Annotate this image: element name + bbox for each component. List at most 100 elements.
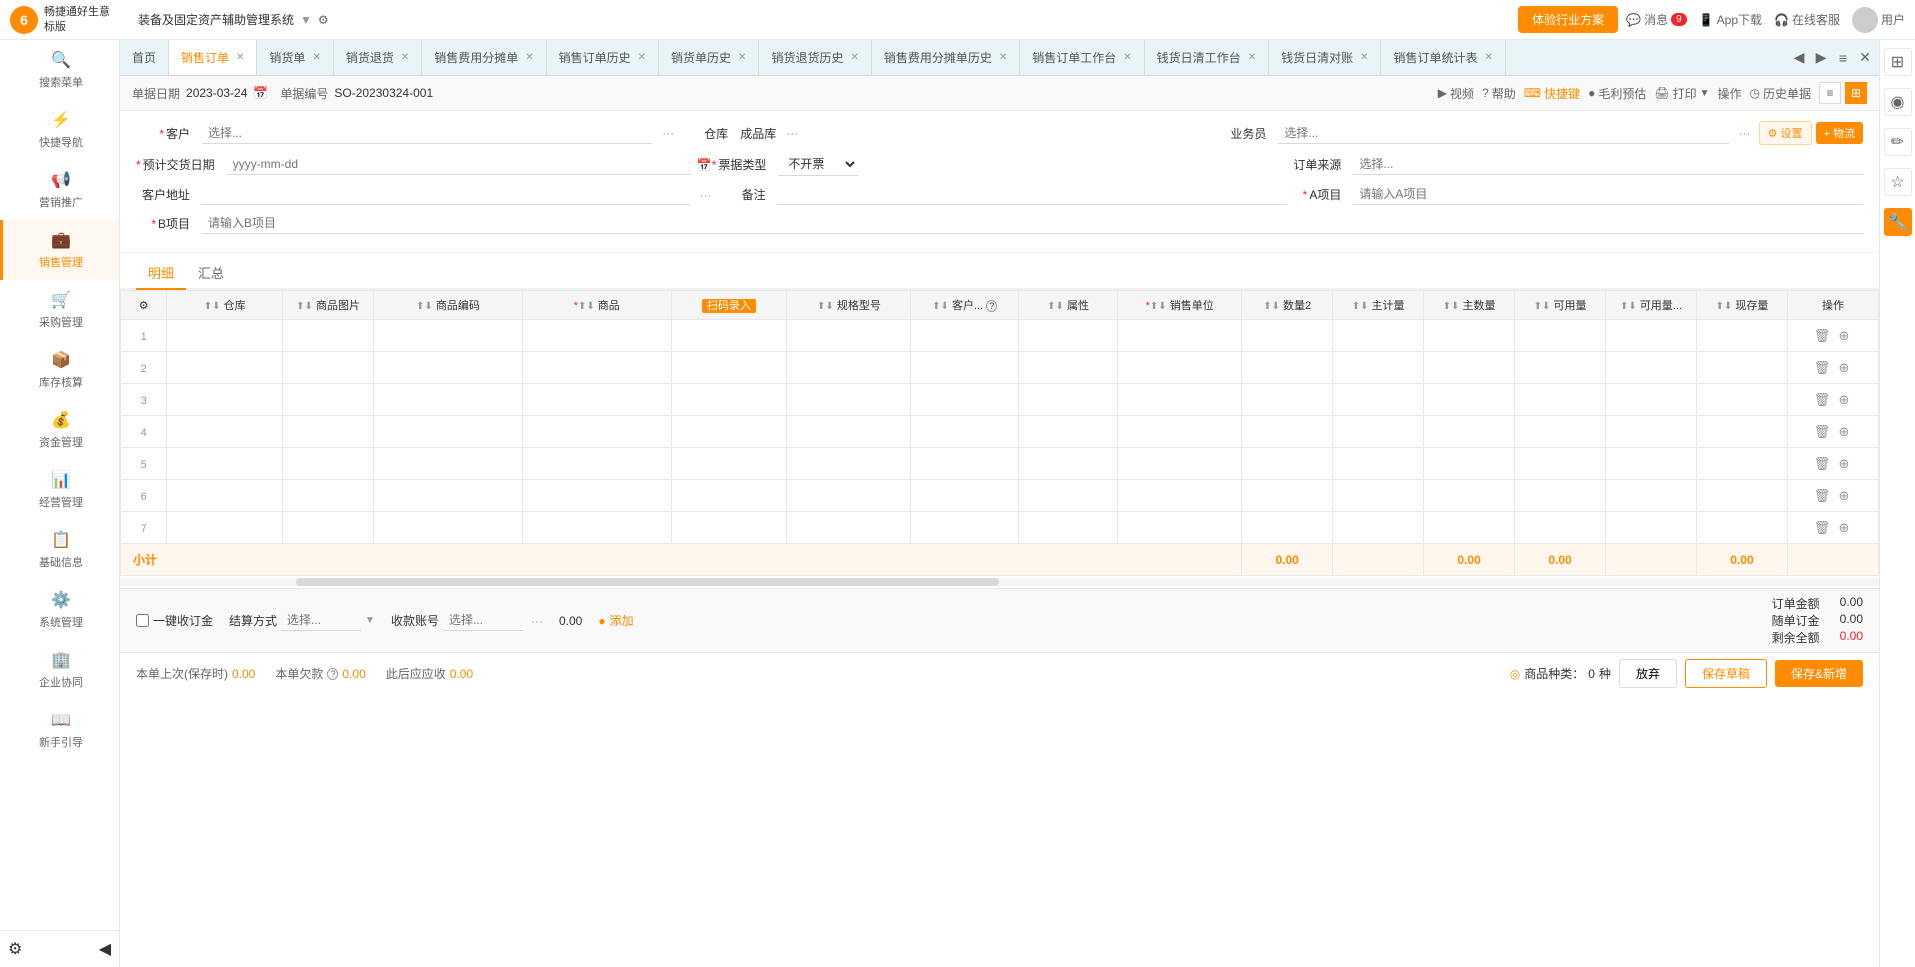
sidebar-item-operations[interactable]: 📊经营管理 [0,460,119,520]
row-4-copy-btn[interactable]: ⊕ [1835,423,1853,441]
tab-close-sales-order[interactable]: ✕ [236,52,244,63]
col-main-unit-header[interactable]: ⬆⬇ 主计量 [1333,291,1424,320]
warehouse-more-icon[interactable]: ··· [786,126,798,140]
right-panel-btn-5[interactable]: 🔧 [1884,208,1912,236]
col-avail-header[interactable]: ⬆⬇ 可用量 [1515,291,1606,320]
industry-btn[interactable]: 体验行业方案 [1518,6,1618,33]
date-picker-icon[interactable]: 📅 [697,158,712,172]
tab-sales-order[interactable]: 销售订单✕ [169,40,257,76]
order-source-input[interactable] [1353,154,1863,175]
deposit-checkbox-input[interactable] [136,614,149,627]
table-scrollbar[interactable] [120,578,1879,586]
tab-close-all-btn[interactable]: ✕ [1855,48,1875,68]
salesperson-input[interactable] [1278,123,1728,144]
view-btn-action[interactable]: ▶ 视频 [1438,85,1474,102]
settings-right-btn[interactable]: ⚙ 设置 [1751,121,1812,145]
row-2-delete-btn[interactable]: 🗑 [1813,359,1831,377]
tab-sales-order-hist[interactable]: 销售订单历史✕ [547,40,659,76]
payment-method-input[interactable] [281,610,361,631]
tab-close-sales-refund[interactable]: ✕ [401,52,409,63]
app-download-btn[interactable]: 📱 App下载 [1699,11,1762,28]
col-image-header[interactable]: ⬆⬇ 商品图片 [283,291,374,320]
product-types-icon[interactable]: ◎ [1510,667,1520,681]
profit-btn[interactable]: ● 毛利预估 [1588,85,1646,102]
sidebar-item-enterprise[interactable]: 🏢企业协同 [0,640,119,700]
row-6-delete-btn[interactable]: 🗑 [1813,487,1831,505]
notes-input[interactable] [778,184,1288,205]
row-2-copy-btn[interactable]: ⊕ [1835,359,1853,377]
help-btn[interactable]: ? 帮助 [1482,85,1516,102]
a-project-input[interactable] [1353,184,1863,205]
tab-close-sales-workbench[interactable]: ✕ [1123,52,1131,63]
tab-sales-summary[interactable]: 销售订单统计表✕ [1381,40,1505,76]
online-support-btn[interactable]: 🎧 在线客服 [1774,11,1840,28]
collapse-icon[interactable]: ◀ [99,939,111,959]
message-btn[interactable]: 💬 消息 9 [1626,11,1687,28]
col-cust-header[interactable]: ⬆⬇ 客户... ? [911,291,1018,320]
shortcut-btn[interactable]: ⌨ 快捷键 [1524,85,1580,102]
tab-detail[interactable]: 明细 [136,257,186,290]
row-5-delete-btn[interactable]: 🗑 [1813,455,1831,473]
row-7-copy-btn[interactable]: ⊕ [1835,519,1853,537]
tab-cashier-account[interactable]: 钱货日清对账✕ [1269,40,1381,76]
tab-close-sales-summary[interactable]: ✕ [1485,52,1493,63]
tab-sales-refund-hist[interactable]: 销货退货历史✕ [759,40,871,76]
row-1-copy-btn[interactable]: ⊕ [1835,327,1853,345]
tab-home[interactable]: 首页 [120,40,169,76]
col-avail2-header[interactable]: ⬆⬇ 可用量... [1606,291,1697,320]
row-5-copy-btn[interactable]: ⊕ [1835,455,1853,473]
operate-btn[interactable]: 操作 [1717,85,1741,102]
col-warehouse-header[interactable]: ⬆⬇ 仓库 [167,291,283,320]
tab-close-cashier-account[interactable]: ✕ [1360,52,1368,63]
col-stock-header[interactable]: ⬆⬇ 现存量 [1696,291,1787,320]
salesperson-more-icon[interactable]: ··· [1739,126,1751,140]
col-qty2-header[interactable]: ⬆⬇ 数量2 [1242,291,1333,320]
tab-close-sales-return[interactable]: ✕ [312,52,320,63]
user-btn[interactable]: 用户 [1852,7,1905,33]
tab-close-sales-order-hist[interactable]: ✕ [638,52,646,63]
right-panel-btn-1[interactable]: ⊞ [1884,48,1912,76]
sidebar-item-marketing[interactable]: 📢营销推广 [0,160,119,220]
row-4-delete-btn[interactable]: 🗑 [1813,423,1831,441]
row-6-copy-btn[interactable]: ⊕ [1835,487,1853,505]
row-3-delete-btn[interactable]: 🗑 [1813,391,1831,409]
sidebar-item-search[interactable]: 🔍搜索菜单 [0,40,119,100]
add-material-btn[interactable]: + 物流 [1812,122,1864,144]
save-draft-btn[interactable]: 保存草稿 [1685,659,1767,688]
tab-close-sales-return-hist[interactable]: ✕ [738,52,746,63]
tab-sales-workbench[interactable]: 销售订单工作台✕ [1020,40,1144,76]
right-panel-btn-3[interactable]: ✏ [1884,128,1912,156]
print-btn[interactable]: 🖨 打印 ▼ [1654,85,1709,102]
tab-sales-return[interactable]: 销货单✕ [257,40,333,76]
discard-btn[interactable]: 放弃 [1619,659,1677,688]
save-new-btn[interactable]: 保存&新增 [1775,660,1863,687]
col-spec-header[interactable]: ⬆⬇ 规格型号 [787,291,911,320]
settings-bottom-icon[interactable]: ⚙ [8,939,22,959]
tab-next-btn[interactable]: ▶ [1811,48,1831,68]
customer-input[interactable] [202,123,652,144]
col-scan-header[interactable]: 扫码录入 [671,291,787,320]
debt-help-icon[interactable]: ? [327,668,338,680]
sidebar-item-quick-nav[interactable]: ⚡快捷导航 [0,100,119,160]
row-3-copy-btn[interactable]: ⊕ [1835,391,1853,409]
delivery-date-input[interactable] [227,154,691,175]
address-input[interactable] [202,184,690,205]
tab-close-sales-refund-hist[interactable]: ✕ [850,52,858,63]
tab-cashier-workbench[interactable]: 钱货日清工作台✕ [1145,40,1269,76]
address-more-icon[interactable]: ··· [700,188,712,202]
list-view-btn[interactable]: ≡ [1819,82,1841,104]
b-project-input[interactable] [202,213,1863,234]
tab-summary[interactable]: 汇总 [186,257,236,290]
tab-close-cashier-workbench[interactable]: ✕ [1248,52,1256,63]
sidebar-item-guide[interactable]: 📖新手引导 [0,700,119,760]
customer-more-icon[interactable]: ··· [662,126,674,140]
tab-close-sales-fee-hist[interactable]: ✕ [999,52,1007,63]
calendar-icon[interactable]: 📅 [253,86,268,100]
col-attr-header[interactable]: ⬆⬇ 属性 [1018,291,1117,320]
one-click-deposit-checkbox[interactable]: 一键收订金 [136,612,213,629]
history-btn[interactable]: ◷ 历史单据 [1750,85,1812,102]
account-input[interactable] [443,610,523,631]
invoice-type-select[interactable]: 不开票 [778,153,858,176]
account-more-icon[interactable]: ··· [531,614,543,628]
tab-sales-fee-split[interactable]: 销售费用分摊单✕ [422,40,546,76]
